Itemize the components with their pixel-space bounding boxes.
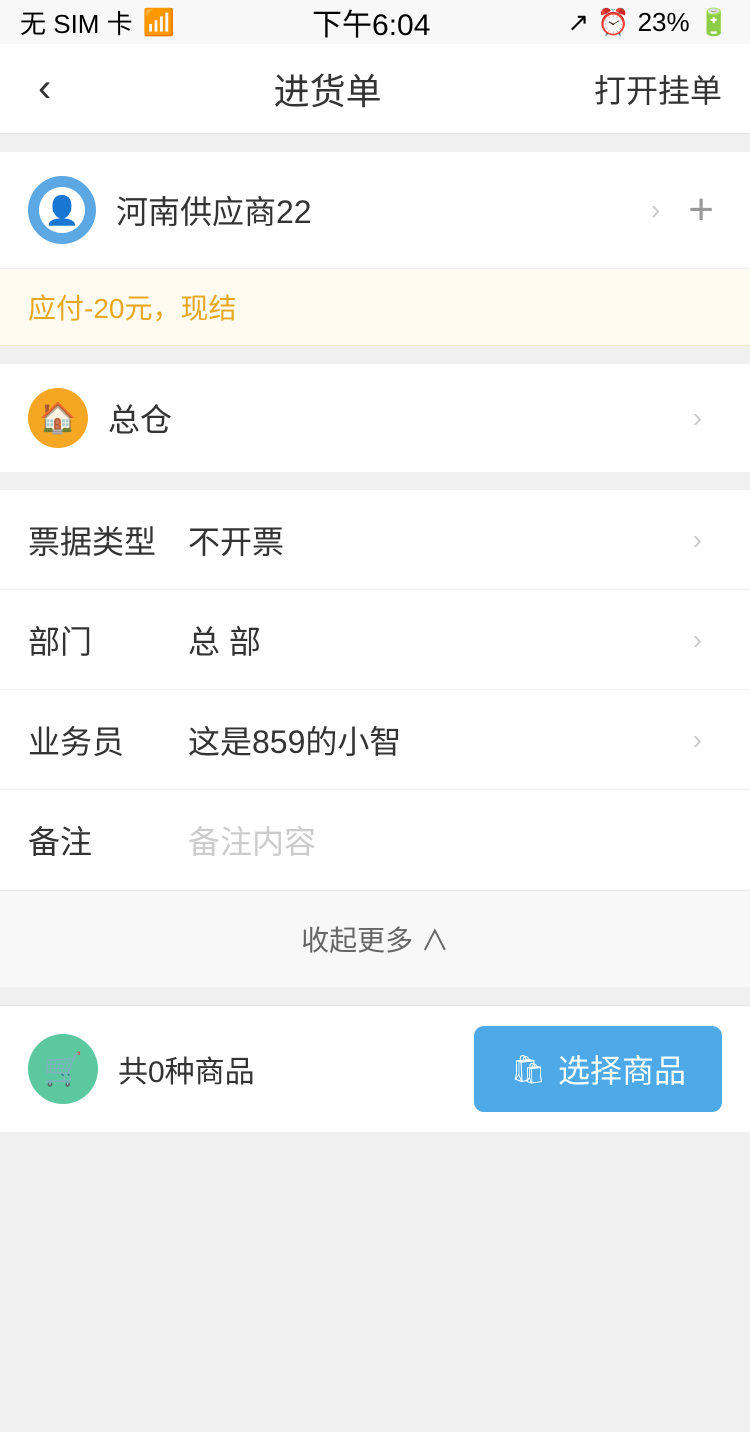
supplier-section: 河南供应商22 › + 应付-20元，现结 <box>0 152 750 346</box>
warehouse-chevron-icon: › <box>693 402 702 434</box>
status-bar: 无 SIM 卡 📶 下午6:04 ↗ ⏰ 23% 🔋 <box>0 0 750 44</box>
supplier-name: 河南供应商22 <box>116 187 651 233</box>
department-value: 总 部 <box>168 617 693 663</box>
divider-1 <box>0 346 750 364</box>
status-time: 下午6:04 <box>312 0 430 44</box>
battery-icon: 🔋 <box>698 7 730 38</box>
salesman-label: 业务员 <box>28 717 168 763</box>
alarm-icon: ⏰ <box>597 7 629 38</box>
status-right: ↗ ⏰ 23% 🔋 <box>567 7 730 38</box>
invoice-type-value: 不开票 <box>168 517 693 563</box>
select-product-icon: 🛍 <box>510 1053 546 1086</box>
department-chevron-icon: › <box>693 624 702 656</box>
department-row[interactable]: 部门 总 部 › <box>0 590 750 690</box>
salesman-value: 这是859的小智 <box>168 717 693 763</box>
bottom-bar: 🛒 共0种商品 🛍 选择商品 <box>0 1005 750 1132</box>
notice-text: 应付-20元，现结 <box>28 293 236 324</box>
wifi-icon: 📶 <box>143 7 175 38</box>
collapse-button[interactable]: 收起更多 ∧ <box>0 890 750 987</box>
product-count: 共0种商品 <box>118 1047 474 1091</box>
bottom-extra <box>0 1132 750 1432</box>
invoice-type-row[interactable]: 票据类型 不开票 › <box>0 490 750 590</box>
select-product-label: 选择商品 <box>558 1046 686 1092</box>
supplier-chevron-icon: › <box>651 194 660 226</box>
divider-2 <box>0 472 750 490</box>
warehouse-icon: 🏠 <box>28 388 88 448</box>
supplier-avatar <box>28 176 96 244</box>
avatar-inner <box>39 187 85 233</box>
back-button[interactable]: ‹ <box>28 56 61 121</box>
invoice-type-chevron-icon: › <box>693 524 702 556</box>
location-icon: ↗ <box>567 7 589 38</box>
department-label: 部门 <box>28 617 168 663</box>
cart-icon: 🛒 <box>28 1034 98 1104</box>
open-pending-button[interactable]: 打开挂单 <box>594 66 722 112</box>
warehouse-section: 🏠 总仓 › <box>0 364 750 472</box>
collapse-label: 收起更多 ∧ <box>301 925 449 956</box>
salesman-chevron-icon: › <box>693 724 702 756</box>
warehouse-row[interactable]: 🏠 总仓 › <box>0 364 750 472</box>
battery-label: 23% <box>638 7 690 38</box>
remark-label: 备注 <box>28 817 168 863</box>
nav-bar: ‹ 进货单 打开挂单 <box>0 44 750 134</box>
remark-row[interactable]: 备注 备注内容 <box>0 790 750 890</box>
notice-bar: 应付-20元，现结 <box>0 269 750 346</box>
top-divider <box>0 134 750 152</box>
warehouse-name: 总仓 <box>108 395 693 441</box>
select-product-button[interactable]: 🛍 选择商品 <box>474 1026 722 1112</box>
page-title: 进货单 <box>274 63 382 115</box>
status-left: 无 SIM 卡 📶 <box>20 4 175 41</box>
carrier-label: 无 SIM 卡 <box>20 4 133 41</box>
remark-value: 备注内容 <box>168 817 722 863</box>
supplier-row[interactable]: 河南供应商22 › + <box>0 152 750 269</box>
form-section: 票据类型 不开票 › 部门 总 部 › 业务员 这是859的小智 › 备注 备注… <box>0 490 750 890</box>
content-area: 河南供应商22 › + 应付-20元，现结 🏠 总仓 › 票据类型 不开票 › … <box>0 134 750 1432</box>
add-supplier-button[interactable]: + <box>680 185 722 235</box>
salesman-row[interactable]: 业务员 这是859的小智 › <box>0 690 750 790</box>
invoice-type-label: 票据类型 <box>28 517 168 563</box>
